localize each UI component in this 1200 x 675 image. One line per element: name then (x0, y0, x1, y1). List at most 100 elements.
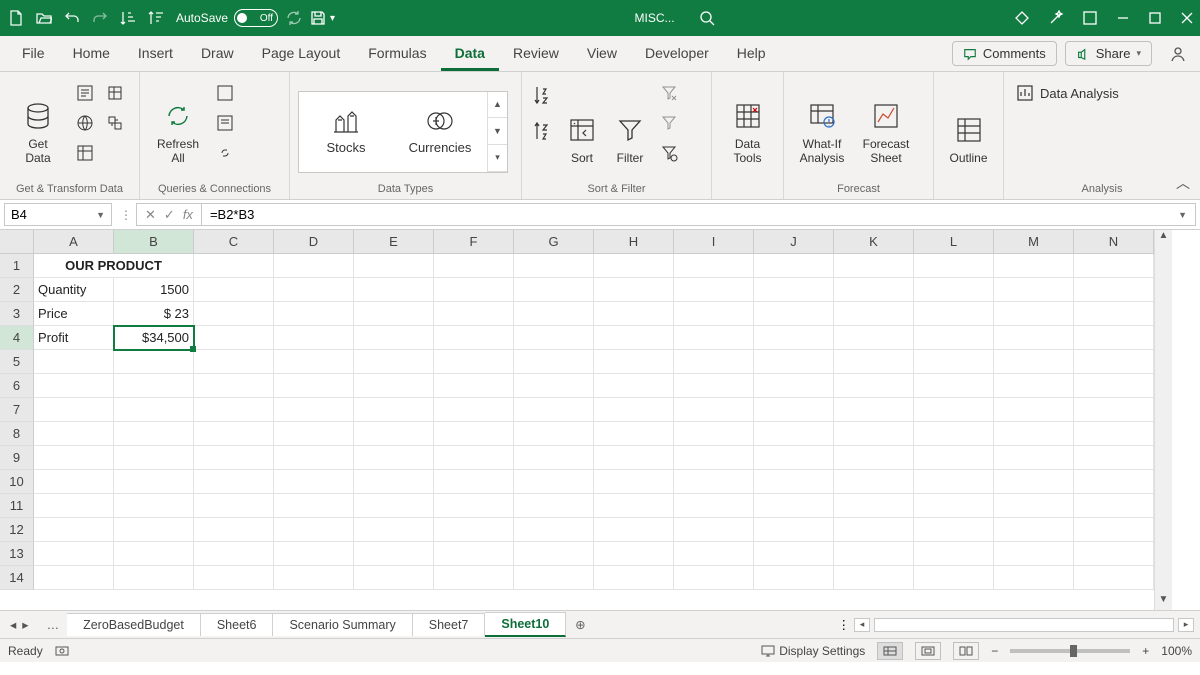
horizontal-scrollbar[interactable] (874, 618, 1174, 632)
cell[interactable] (594, 470, 674, 494)
cell[interactable] (354, 470, 434, 494)
cell[interactable] (114, 398, 194, 422)
cell[interactable] (754, 326, 834, 350)
cell[interactable]: Quantity (34, 278, 114, 302)
cell[interactable] (114, 374, 194, 398)
cell[interactable] (34, 494, 114, 518)
cell[interactable] (834, 398, 914, 422)
cell[interactable] (194, 470, 274, 494)
cell[interactable] (1074, 374, 1154, 398)
data-tools-button[interactable]: Data Tools (720, 76, 775, 166)
cell[interactable] (354, 422, 434, 446)
open-file-icon[interactable] (34, 8, 54, 28)
cell[interactable] (34, 350, 114, 374)
cell[interactable] (754, 542, 834, 566)
column-header[interactable]: F (434, 230, 514, 254)
row-header[interactable]: 1 (0, 254, 34, 278)
cell[interactable] (434, 374, 514, 398)
forecast-sheet-button[interactable]: Forecast Sheet (856, 76, 916, 166)
cell[interactable] (594, 518, 674, 542)
column-header[interactable]: A (34, 230, 114, 254)
cell[interactable]: $ 23 (114, 302, 194, 326)
cell[interactable] (994, 350, 1074, 374)
cell[interactable]: Profit (34, 326, 114, 350)
cell[interactable] (914, 254, 994, 278)
from-table-icon[interactable] (72, 140, 98, 166)
cell[interactable] (754, 278, 834, 302)
minimize-icon[interactable] (1116, 11, 1130, 25)
sort-button[interactable]: Sort (560, 76, 604, 166)
cell[interactable] (914, 422, 994, 446)
row-header[interactable]: 2 (0, 278, 34, 302)
cell[interactable] (514, 566, 594, 590)
cell[interactable] (1074, 566, 1154, 590)
cell[interactable] (914, 542, 994, 566)
sheet-more-icon[interactable]: … (39, 618, 68, 632)
cell[interactable] (914, 350, 994, 374)
get-data-button[interactable]: Get Data (8, 76, 68, 166)
cell[interactable] (514, 302, 594, 326)
cell[interactable] (354, 494, 434, 518)
cell[interactable] (914, 374, 994, 398)
stocks-item[interactable]: Stocks (299, 92, 393, 172)
cell[interactable] (514, 350, 594, 374)
from-web-icon[interactable] (72, 110, 98, 136)
cell[interactable] (114, 422, 194, 446)
cell[interactable] (1074, 278, 1154, 302)
cell[interactable] (914, 398, 994, 422)
cell[interactable] (34, 374, 114, 398)
scroll-down-icon[interactable]: ▼ (1155, 594, 1172, 610)
cell[interactable] (514, 470, 594, 494)
cell[interactable] (674, 398, 754, 422)
cell[interactable] (1074, 398, 1154, 422)
cell[interactable] (274, 398, 354, 422)
cell[interactable] (994, 422, 1074, 446)
cell[interactable] (594, 566, 674, 590)
cell[interactable] (514, 326, 594, 350)
cell[interactable] (834, 566, 914, 590)
sheet-nav-right-icon[interactable]: ▸ (22, 617, 28, 632)
cell[interactable] (514, 374, 594, 398)
cell[interactable] (594, 254, 674, 278)
cell[interactable] (674, 302, 754, 326)
cell[interactable] (274, 542, 354, 566)
diamond-icon[interactable] (1014, 10, 1030, 26)
currencies-item[interactable]: Currencies (393, 92, 487, 172)
cell[interactable] (354, 518, 434, 542)
cell[interactable] (1074, 350, 1154, 374)
cell[interactable] (354, 566, 434, 590)
tab-help[interactable]: Help (723, 37, 780, 71)
tab-home[interactable]: Home (59, 37, 124, 71)
cell[interactable] (834, 254, 914, 278)
share-button[interactable]: Share ▾ (1065, 41, 1152, 66)
zoom-out-icon[interactable]: − (991, 644, 998, 658)
cell[interactable] (914, 278, 994, 302)
row-header[interactable]: 7 (0, 398, 34, 422)
filter-button[interactable]: Filter (608, 76, 652, 166)
cell[interactable] (594, 350, 674, 374)
cell[interactable] (194, 566, 274, 590)
cell[interactable]: $34,500 (114, 326, 194, 350)
sheet-tab[interactable]: Sheet10 (485, 612, 566, 637)
tab-insert[interactable]: Insert (124, 37, 187, 71)
recent-sources-icon[interactable] (102, 80, 128, 106)
comments-button[interactable]: Comments (952, 41, 1057, 66)
sort-az-icon[interactable] (530, 82, 556, 108)
cell[interactable] (354, 254, 434, 278)
macro-record-icon[interactable] (55, 644, 69, 658)
cell[interactable]: 1500 (114, 278, 194, 302)
row-header[interactable]: 14 (0, 566, 34, 590)
cell[interactable] (1074, 326, 1154, 350)
sort-asc-icon[interactable] (118, 8, 138, 28)
sort-desc-icon[interactable] (146, 8, 166, 28)
cell[interactable] (114, 446, 194, 470)
column-header[interactable]: H (594, 230, 674, 254)
column-header[interactable]: C (194, 230, 274, 254)
cell[interactable] (1074, 422, 1154, 446)
row-header[interactable]: 9 (0, 446, 34, 470)
cell[interactable] (594, 422, 674, 446)
cell[interactable] (354, 542, 434, 566)
user-icon[interactable] (1164, 40, 1192, 68)
name-box[interactable]: B4 ▼ (4, 203, 112, 226)
column-header[interactable]: K (834, 230, 914, 254)
